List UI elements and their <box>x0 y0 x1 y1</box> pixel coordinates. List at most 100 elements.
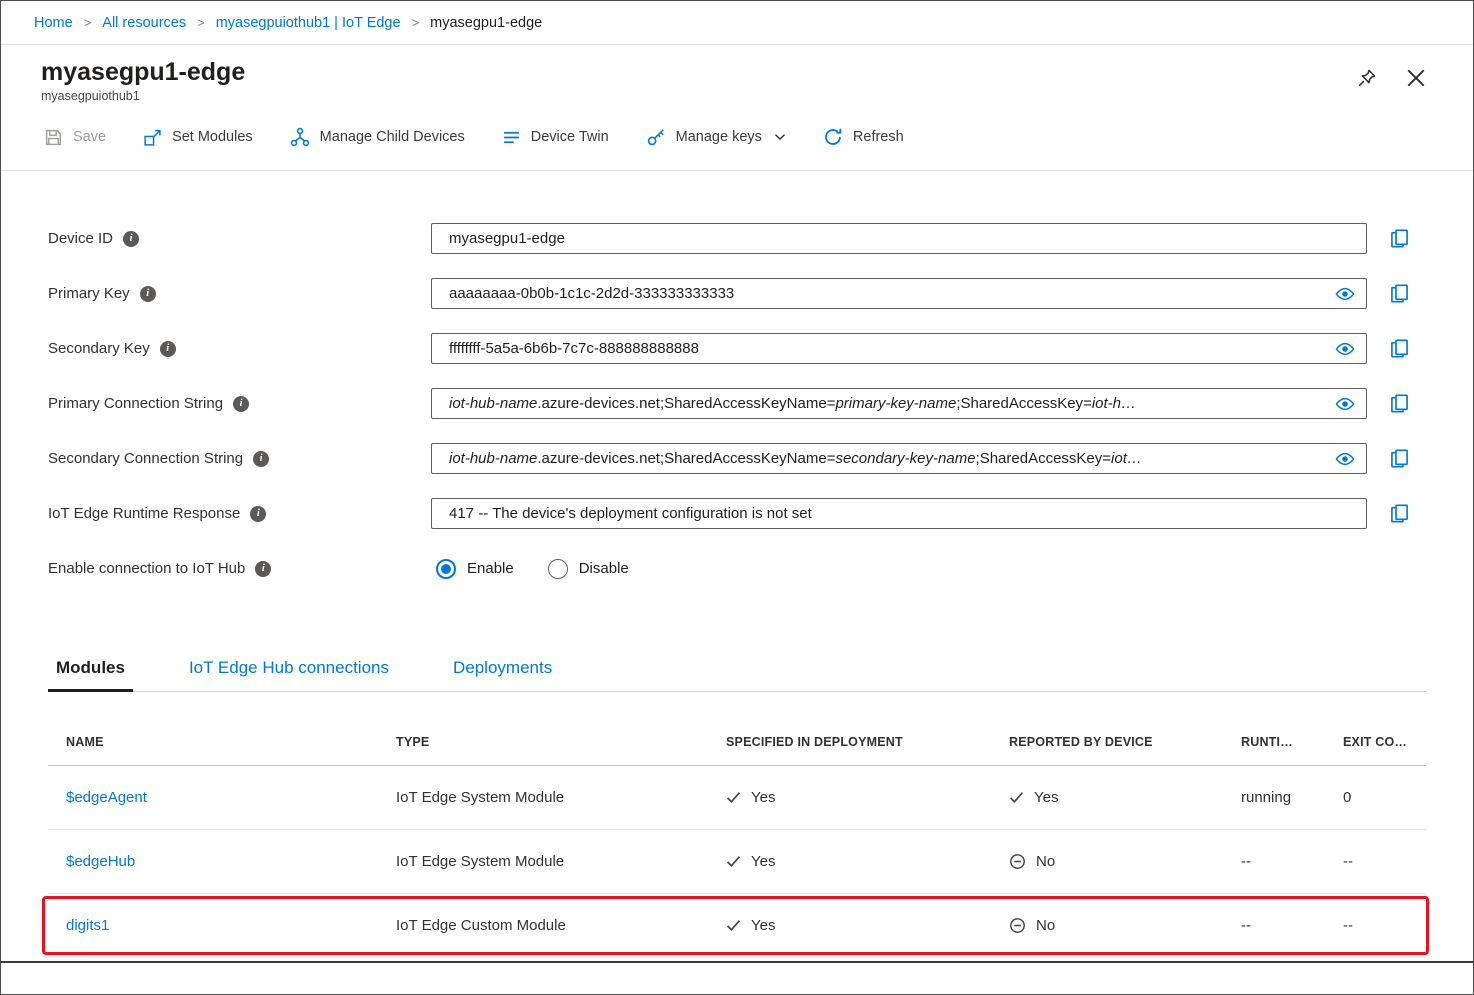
device-id-row: Device ID i <box>48 223 1473 254</box>
manage-keys-label: Manage keys <box>676 129 762 145</box>
module-type: IoT Edge System Module <box>396 789 564 806</box>
manage-child-devices-button[interactable]: Manage Child Devices <box>290 127 465 147</box>
specified-value: Yes <box>751 917 775 934</box>
show-secondary-key-button[interactable] <box>1334 341 1356 356</box>
exit-code-value: 0 <box>1343 789 1351 806</box>
reported-value: No <box>1036 853 1055 870</box>
specified-value: Yes <box>751 853 775 870</box>
copy-secondary-connection-string-button[interactable] <box>1389 448 1410 469</box>
copy-icon <box>1389 512 1410 527</box>
save-button[interactable]: Save <box>44 128 106 147</box>
enable-connection-radio-group: Enable Disable <box>436 559 629 579</box>
module-type: IoT Edge Custom Module <box>396 917 566 934</box>
primary-connection-string-label: Primary Connection String <box>48 395 223 412</box>
device-id-label: Device ID <box>48 230 113 247</box>
copy-secondary-key-button[interactable] <box>1389 338 1410 359</box>
breadcrumb-separator-icon: > <box>412 15 420 30</box>
enable-radio[interactable]: Enable <box>436 559 514 579</box>
secondary-key-label: Secondary Key <box>48 340 150 357</box>
pin-icon <box>1357 76 1377 91</box>
breadcrumb-home-link[interactable]: Home <box>34 15 73 31</box>
close-button[interactable] <box>1405 66 1427 90</box>
tab-iot-edge-hub-connections[interactable]: IoT Edge Hub connections <box>181 658 397 691</box>
primary-connection-string-row: Primary Connection String i iot-hub-name… <box>48 388 1473 419</box>
secondary-key-input[interactable] <box>431 333 1367 364</box>
runtime-status-value: -- <box>1241 917 1251 934</box>
info-icon[interactable]: i <box>123 231 139 247</box>
runtime-status-value: -- <box>1241 853 1251 870</box>
enable-radio-label: Enable <box>467 560 514 577</box>
save-label: Save <box>73 129 106 145</box>
check-icon <box>726 790 741 805</box>
column-header-specified-in-deployment: SPECIFIED IN DEPLOYMENT <box>708 735 991 749</box>
secondary-connection-string-input[interactable]: iot-hub-name.azure-devices.net;SharedAcc… <box>431 443 1367 474</box>
pin-button[interactable] <box>1355 66 1379 90</box>
info-icon[interactable]: i <box>140 286 156 302</box>
manage-keys-button[interactable]: Manage keys <box>646 127 786 147</box>
key-icon <box>646 127 666 147</box>
runtime-response-row: IoT Edge Runtime Response i <box>48 498 1473 529</box>
table-row: $edgeHub IoT Edge System Module Yes No -… <box>48 830 1426 894</box>
enable-connection-label: Enable connection to IoT Hub <box>48 560 245 577</box>
save-icon <box>44 128 63 147</box>
show-primary-connection-string-button[interactable] <box>1334 396 1356 411</box>
info-icon[interactable]: i <box>160 341 176 357</box>
primary-key-input[interactable] <box>431 278 1367 309</box>
column-header-name: NAME <box>48 735 378 749</box>
device-twin-icon <box>502 128 521 147</box>
primary-key-label: Primary Key <box>48 285 130 302</box>
breadcrumb-separator-icon: > <box>197 15 205 30</box>
show-primary-key-button[interactable] <box>1334 286 1356 301</box>
blocked-icon <box>1009 853 1026 870</box>
breadcrumb: Home > All resources > myasegpuiothub1 |… <box>1 1 1473 45</box>
secondary-connection-string-label: Secondary Connection String <box>48 450 243 467</box>
primary-key-row: Primary Key i <box>48 278 1473 309</box>
copy-icon <box>1389 402 1410 417</box>
set-modules-button[interactable]: Set Modules <box>143 128 253 147</box>
copy-primary-connection-string-button[interactable] <box>1389 393 1410 414</box>
module-link-edgeagent[interactable]: $edgeAgent <box>66 789 147 806</box>
reported-value: Yes <box>1034 789 1058 806</box>
runtime-response-input[interactable] <box>431 498 1367 529</box>
tab-deployments[interactable]: Deployments <box>445 658 560 691</box>
set-modules-icon <box>143 128 162 147</box>
show-secondary-connection-string-button[interactable] <box>1334 451 1356 466</box>
copy-icon <box>1389 457 1410 472</box>
copy-icon <box>1389 292 1410 307</box>
info-icon[interactable]: i <box>255 561 271 577</box>
copy-runtime-response-button[interactable] <box>1389 503 1410 524</box>
runtime-status-value: running <box>1241 789 1291 806</box>
column-header-runtime-status: RUNTI… <box>1223 735 1325 749</box>
manage-child-devices-label: Manage Child Devices <box>320 129 465 145</box>
breadcrumb-all-resources-link[interactable]: All resources <box>102 15 186 31</box>
info-icon[interactable]: i <box>233 396 249 412</box>
specified-value: Yes <box>751 789 775 806</box>
disable-radio[interactable]: Disable <box>548 559 629 579</box>
column-header-type: TYPE <box>378 735 708 749</box>
radio-selected-icon <box>436 559 456 579</box>
copy-icon <box>1389 237 1410 252</box>
breadcrumb-separator-icon: > <box>84 15 92 30</box>
iot-edge-device-page: Home > All resources > myasegpuiothub1 |… <box>0 0 1474 995</box>
eye-icon <box>1334 344 1356 359</box>
eye-icon <box>1334 289 1356 304</box>
disable-radio-label: Disable <box>579 560 629 577</box>
device-twin-label: Device Twin <box>531 129 609 145</box>
module-link-edgehub[interactable]: $edgeHub <box>66 853 135 870</box>
command-bar: Save Set Modules Manage Child Devices De… <box>1 104 1473 171</box>
tab-modules[interactable]: Modules <box>48 658 133 691</box>
breadcrumb-iothub-link[interactable]: myasegpuiothub1 | IoT Edge <box>216 15 401 31</box>
info-icon[interactable]: i <box>250 506 266 522</box>
close-icon <box>1407 75 1425 90</box>
secondary-connection-string-row: Secondary Connection String i iot-hub-na… <box>48 443 1473 474</box>
info-icon[interactable]: i <box>253 451 269 467</box>
refresh-button[interactable]: Refresh <box>823 127 904 147</box>
device-twin-button[interactable]: Device Twin <box>502 128 609 147</box>
primary-connection-string-input[interactable]: iot-hub-name.azure-devices.net;SharedAcc… <box>431 388 1367 419</box>
copy-device-id-button[interactable] <box>1389 228 1410 249</box>
child-devices-icon <box>290 127 310 147</box>
copy-primary-key-button[interactable] <box>1389 283 1410 304</box>
breadcrumb-current-page: myasegpu1-edge <box>430 15 542 31</box>
module-link-digits1[interactable]: digits1 <box>66 917 109 934</box>
device-id-input[interactable] <box>431 223 1367 254</box>
